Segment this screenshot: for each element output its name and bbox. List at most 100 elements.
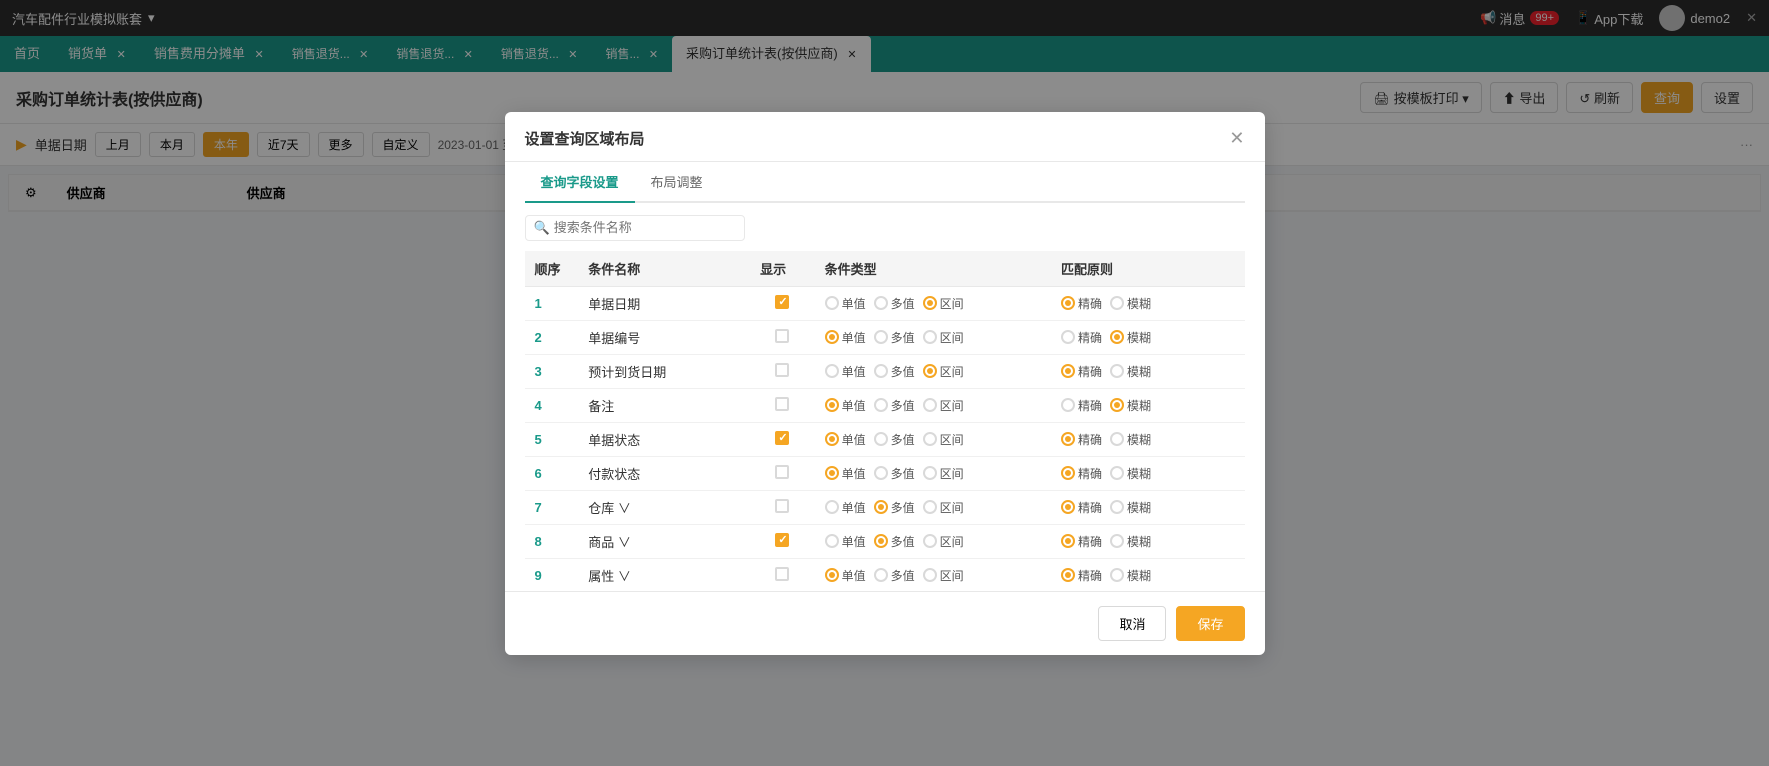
radio-type-多值-6[interactable]: 多值 (874, 465, 915, 482)
radio-match-精确-6[interactable]: 精确 (1061, 465, 1102, 482)
radio-match-模糊-2[interactable]: 模糊 (1110, 329, 1151, 346)
radio-type-多值-5[interactable]: 多值 (874, 431, 915, 448)
radio-circle-icon (1061, 466, 1075, 480)
radio-circle-icon (874, 398, 888, 412)
checkbox-show-7[interactable] (775, 499, 789, 513)
checkbox-show-4[interactable] (775, 397, 789, 411)
radio-circle-icon (825, 466, 839, 480)
checkbox-show-2[interactable] (775, 329, 789, 343)
radio-circle-icon (825, 500, 839, 514)
cell-match-9: 精确模糊 (1051, 558, 1244, 591)
radio-type-单值-9[interactable]: 单值 (825, 567, 866, 584)
radio-type-单值-1[interactable]: 单值 (825, 295, 866, 312)
checkbox-show-6[interactable] (775, 465, 789, 479)
dialog-footer: 取消 保存 (505, 591, 1265, 655)
radio-type-单值-5[interactable]: 单值 (825, 431, 866, 448)
table-row: 8商品 ∨单值多值区间精确模糊 (525, 524, 1245, 558)
radio-type-区间-4[interactable]: 区间 (923, 397, 964, 414)
radio-type-区间-1[interactable]: 区间 (923, 295, 964, 312)
cell-show-2[interactable] (750, 320, 814, 354)
radio-match-精确-5[interactable]: 精确 (1061, 431, 1102, 448)
radio-match-精确-2[interactable]: 精确 (1061, 329, 1102, 346)
radio-type-多值-8[interactable]: 多值 (874, 533, 915, 550)
cell-show-6[interactable] (750, 456, 814, 490)
radio-type-单值-6[interactable]: 单值 (825, 465, 866, 482)
dialog-close-btn[interactable]: ✕ (1229, 129, 1244, 147)
checkbox-show-3[interactable] (775, 363, 789, 377)
radio-circle-icon (923, 568, 937, 582)
radio-type-区间-2[interactable]: 区间 (923, 329, 964, 346)
radio-match-模糊-8[interactable]: 模糊 (1110, 533, 1151, 550)
cell-show-1[interactable] (750, 286, 814, 320)
radio-type-区间-3[interactable]: 区间 (923, 363, 964, 380)
radio-match-模糊-5[interactable]: 模糊 (1110, 431, 1151, 448)
radio-circle-icon (1061, 330, 1075, 344)
radio-circle-icon (1110, 330, 1124, 344)
radio-type-多值-7[interactable]: 多值 (874, 499, 915, 516)
radio-type-多值-2[interactable]: 多值 (874, 329, 915, 346)
checkbox-show-8[interactable] (775, 533, 789, 547)
radio-match-精确-9[interactable]: 精确 (1061, 567, 1102, 584)
search-input[interactable] (554, 220, 734, 235)
radio-type-单值-3[interactable]: 单值 (825, 363, 866, 380)
radio-type-单值-7[interactable]: 单值 (825, 499, 866, 516)
radio-match-精确-4[interactable]: 精确 (1061, 397, 1102, 414)
cell-show-9[interactable] (750, 558, 814, 591)
radio-match-模糊-3[interactable]: 模糊 (1110, 363, 1151, 380)
cell-show-8[interactable] (750, 524, 814, 558)
search-box: 🔍 (525, 215, 745, 241)
radio-label-区间: 区间 (940, 567, 964, 584)
checkbox-show-5[interactable] (775, 431, 789, 445)
radio-type-多值-3[interactable]: 多值 (874, 363, 915, 380)
save-button[interactable]: 保存 (1176, 606, 1244, 641)
cell-order-8: 8 (525, 524, 579, 558)
radio-type-多值-9[interactable]: 多值 (874, 567, 915, 584)
tab-layout-adjust[interactable]: 布局调整 (635, 162, 719, 203)
radio-match-模糊-4[interactable]: 模糊 (1110, 397, 1151, 414)
radio-type-区间-6[interactable]: 区间 (923, 465, 964, 482)
radio-type-区间-8[interactable]: 区间 (923, 533, 964, 550)
cell-order-4: 4 (525, 388, 579, 422)
radio-type-单值-8[interactable]: 单值 (825, 533, 866, 550)
cell-show-4[interactable] (750, 388, 814, 422)
radio-match-模糊-6[interactable]: 模糊 (1110, 465, 1151, 482)
radio-match-精确-3[interactable]: 精确 (1061, 363, 1102, 380)
radio-type-单值-2[interactable]: 单值 (825, 329, 866, 346)
radio-circle-icon (1061, 398, 1075, 412)
cell-match-4: 精确模糊 (1051, 388, 1244, 422)
checkbox-show-1[interactable] (775, 295, 789, 309)
radio-type-区间-9[interactable]: 区间 (923, 567, 964, 584)
radio-circle-icon (1110, 364, 1124, 378)
radio-match-精确-7[interactable]: 精确 (1061, 499, 1102, 516)
radio-label-精确: 精确 (1078, 295, 1102, 312)
cell-show-5[interactable] (750, 422, 814, 456)
radio-match-模糊-7[interactable]: 模糊 (1110, 499, 1151, 516)
radio-label-精确: 精确 (1078, 397, 1102, 414)
cell-name-9: 属性 ∨ (578, 558, 750, 591)
radio-circle-icon (1061, 500, 1075, 514)
radio-match-模糊-9[interactable]: 模糊 (1110, 567, 1151, 584)
radio-match-模糊-1[interactable]: 模糊 (1110, 295, 1151, 312)
radio-label-精确: 精确 (1078, 567, 1102, 584)
radio-match-精确-8[interactable]: 精确 (1061, 533, 1102, 550)
radio-type-单值-4[interactable]: 单值 (825, 397, 866, 414)
radio-label-单值: 单值 (842, 499, 866, 516)
cell-show-7[interactable] (750, 490, 814, 524)
radio-type-区间-5[interactable]: 区间 (923, 431, 964, 448)
radio-type-多值-4[interactable]: 多值 (874, 397, 915, 414)
table-row: 3预计到货日期单值多值区间精确模糊 (525, 354, 1245, 388)
checkbox-show-9[interactable] (775, 567, 789, 581)
radio-label-单值: 单值 (842, 397, 866, 414)
cell-match-5: 精确模糊 (1051, 422, 1244, 456)
cell-match-8: 精确模糊 (1051, 524, 1244, 558)
cancel-button[interactable]: 取消 (1098, 606, 1166, 641)
radio-type-多值-1[interactable]: 多值 (874, 295, 915, 312)
tab-query-fields[interactable]: 查询字段设置 (525, 162, 635, 203)
cell-match-6: 精确模糊 (1051, 456, 1244, 490)
radio-circle-icon (874, 466, 888, 480)
radio-type-区间-7[interactable]: 区间 (923, 499, 964, 516)
radio-match-精确-1[interactable]: 精确 (1061, 295, 1102, 312)
cell-type-7: 单值多值区间 (815, 490, 1051, 524)
cell-show-3[interactable] (750, 354, 814, 388)
table-row: 1单据日期单值多值区间精确模糊 (525, 286, 1245, 320)
